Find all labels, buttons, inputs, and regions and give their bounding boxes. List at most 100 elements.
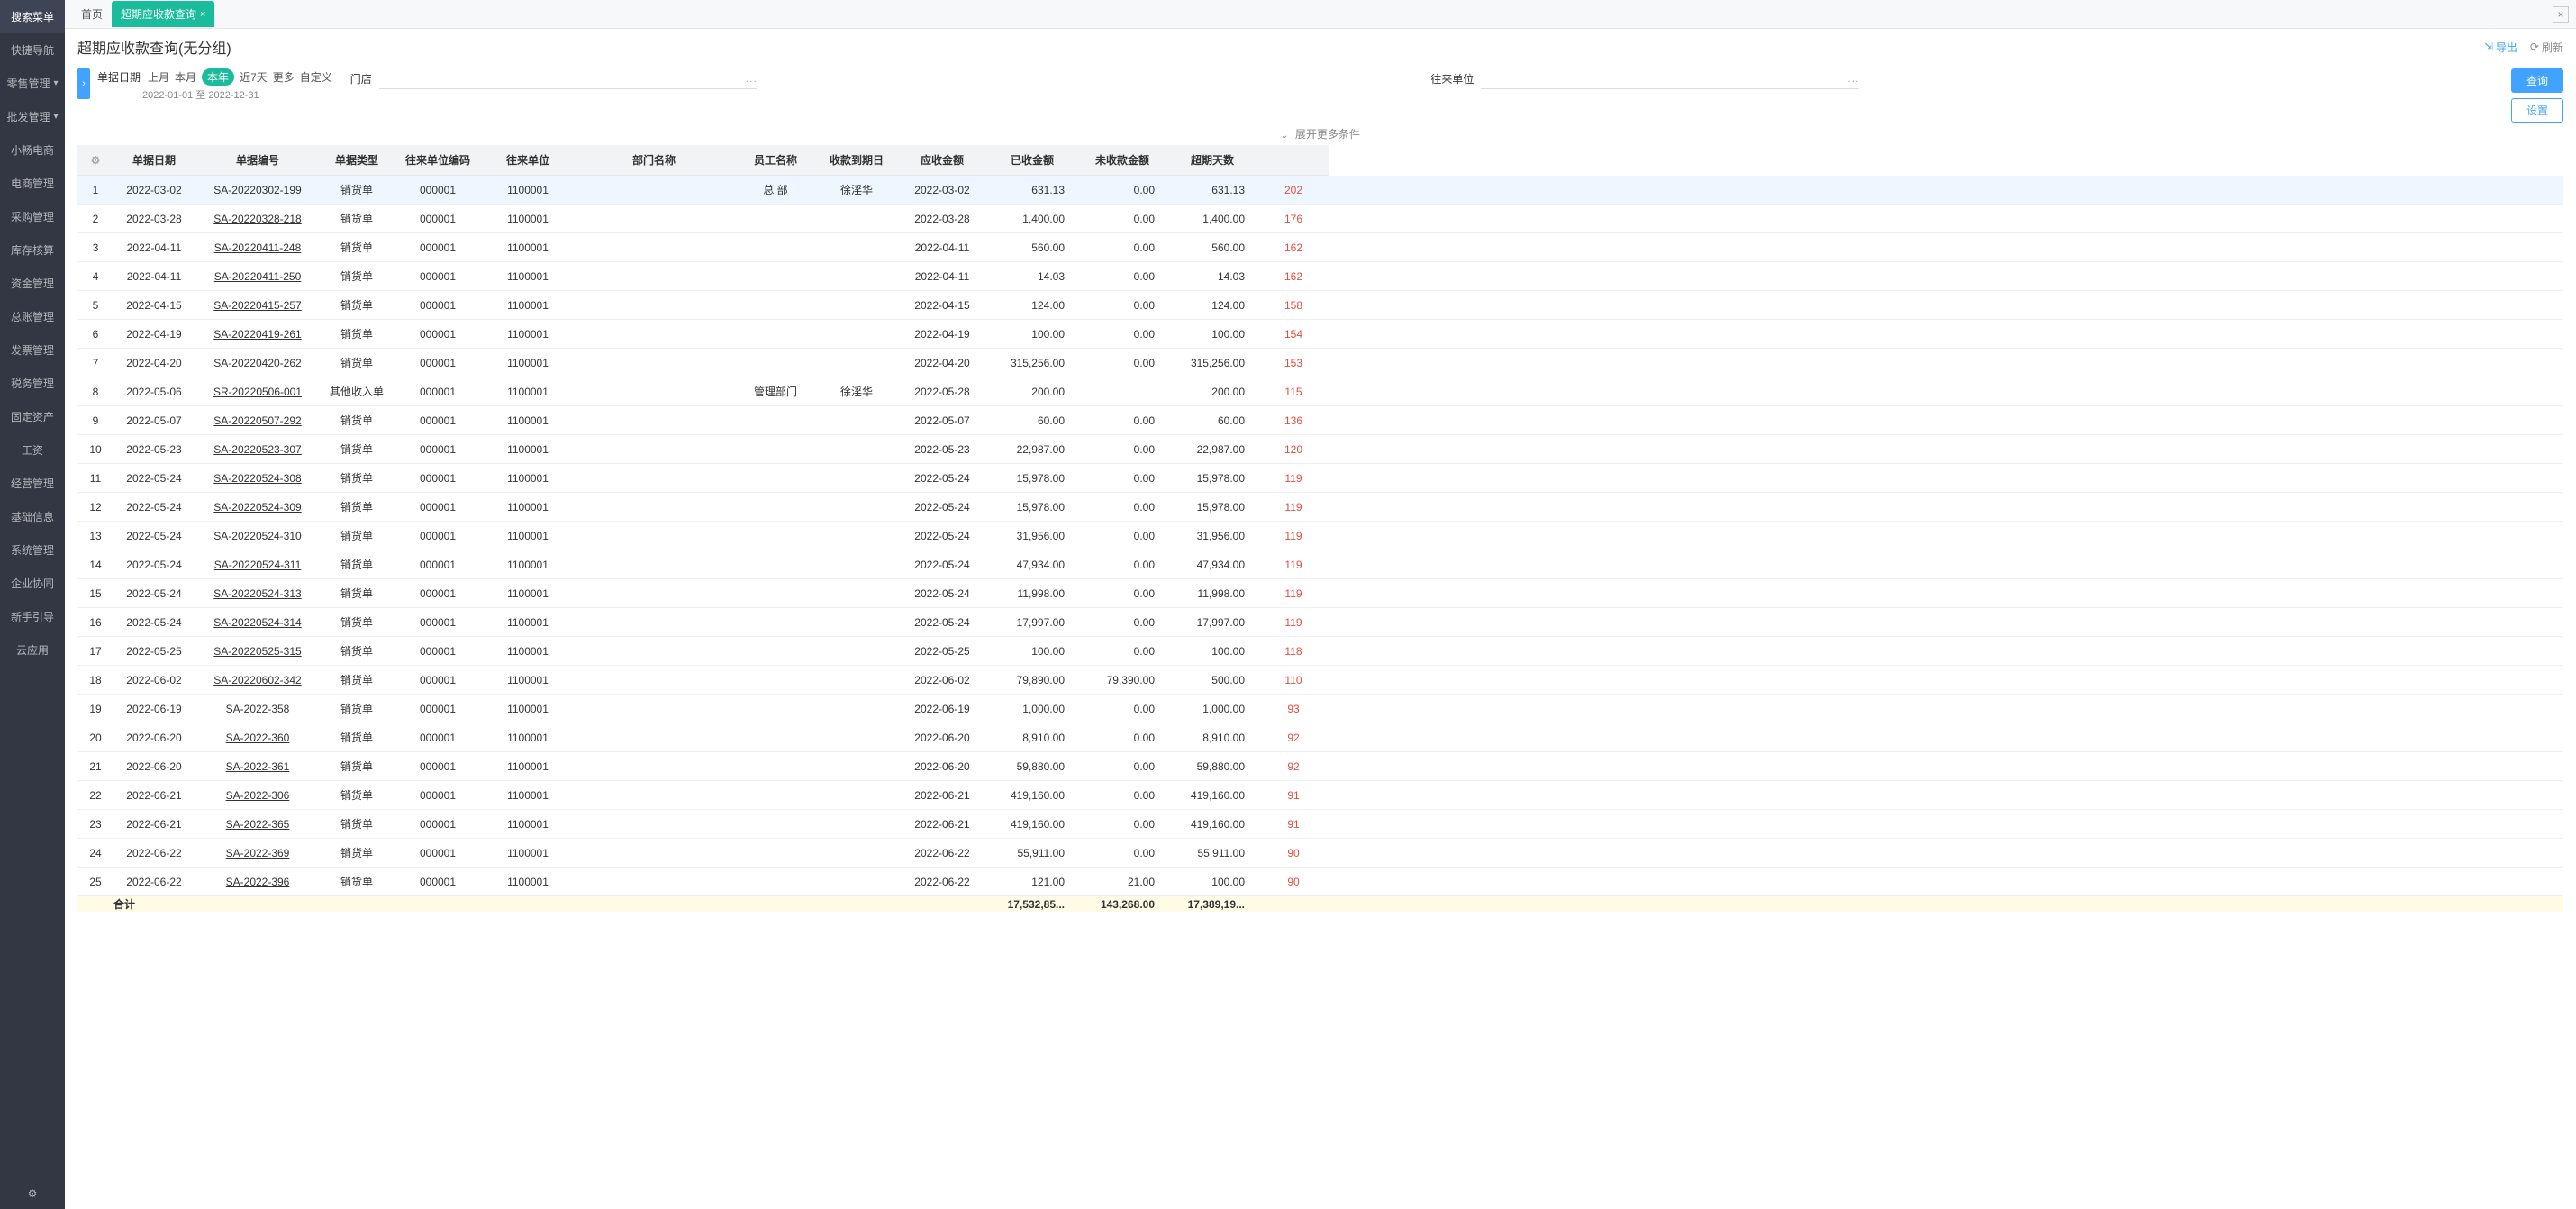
table-row[interactable]: 12022-03-02SA-20220302-199销货单00000111000… — [77, 176, 2563, 205]
column-header-5[interactable]: 部门名称 — [573, 145, 735, 176]
table-row[interactable]: 222022-06-21SA-2022-306销货单00000111000012… — [77, 781, 2563, 810]
column-header-10[interactable]: 未收款金额 — [1077, 145, 1167, 176]
column-header-8[interactable]: 应收金额 — [897, 145, 987, 176]
table-row[interactable]: 132022-05-24SA-20220524-310销货单0000011100… — [77, 522, 2563, 550]
sidebar-item-0[interactable]: 搜索菜单 — [0, 0, 65, 33]
sidebar-item-2[interactable]: 零售管理▾ — [0, 67, 65, 100]
store-input[interactable] — [379, 68, 746, 88]
cell-doc[interactable]: SA-20220524-308 — [195, 464, 321, 493]
sidebar-item-7[interactable]: 库存核算 — [0, 233, 65, 267]
cell-doc[interactable]: SA-20220524-310 — [195, 522, 321, 550]
close-all-tabs-button[interactable]: × — [2553, 6, 2569, 23]
cell-doc[interactable]: SA-20220524-309 — [195, 493, 321, 522]
column-header-7[interactable]: 收款到期日 — [816, 145, 897, 176]
table-row[interactable]: 142022-05-24SA-20220524-311销货单0000011100… — [77, 550, 2563, 579]
sidebar-item-17[interactable]: 企业协同 — [0, 567, 65, 600]
table-row[interactable]: 52022-04-15SA-20220415-257销货单00000111000… — [77, 291, 2563, 320]
column-header-11[interactable]: 超期天数 — [1167, 145, 1257, 176]
date-chip-3[interactable]: 近7天 — [240, 69, 268, 85]
table-row[interactable]: 232022-06-21SA-2022-365销货单00000111000012… — [77, 810, 2563, 839]
table-row[interactable]: 112022-05-24SA-20220524-308销货单0000011100… — [77, 464, 2563, 493]
cell-doc[interactable]: SA-20220525-315 — [195, 637, 321, 666]
sidebar-item-10[interactable]: 发票管理 — [0, 333, 65, 367]
table-row[interactable]: 242022-06-22SA-2022-369销货单00000111000012… — [77, 839, 2563, 868]
column-header-9[interactable]: 已收金额 — [987, 145, 1077, 176]
sidebar-item-4[interactable]: 小畅电商 — [0, 133, 65, 167]
cell-doc[interactable]: SA-20220328-218 — [195, 205, 321, 233]
sidebar-item-1[interactable]: 快捷导航 — [0, 33, 65, 67]
table-row[interactable]: 82022-05-06SR-20220506-001其他收入单000001110… — [77, 377, 2563, 406]
sidebar-item-14[interactable]: 经营管理 — [0, 467, 65, 500]
cell-doc[interactable]: SA-20220302-199 — [195, 176, 321, 205]
column-header-6[interactable]: 员工名称 — [735, 145, 816, 176]
date-chip-0[interactable]: 上月 — [148, 69, 169, 85]
table-row[interactable]: 212022-06-20SA-2022-361销货单00000111000012… — [77, 752, 2563, 781]
date-chip-1[interactable]: 本月 — [175, 69, 196, 85]
sidebar-item-19[interactable]: 云应用 — [0, 633, 65, 667]
sidebar-item-15[interactable]: 基础信息 — [0, 500, 65, 533]
cell-doc[interactable]: SA-2022-361 — [195, 752, 321, 781]
cell-doc[interactable]: SA-2022-360 — [195, 723, 321, 752]
sidebar-item-8[interactable]: 资金管理 — [0, 267, 65, 300]
cell-doc[interactable]: SA-20220420-262 — [195, 349, 321, 377]
export-button[interactable]: ⇲ 导出 — [2484, 40, 2517, 55]
sidebar-item-18[interactable]: 新手引导 — [0, 600, 65, 633]
cell-doc[interactable]: SA-20220419-261 — [195, 320, 321, 349]
table-row[interactable]: 252022-06-22SA-2022-396销货单00000111000012… — [77, 868, 2563, 896]
table-row[interactable]: 32022-04-11SA-20220411-248销货单00000111000… — [77, 233, 2563, 262]
cell-doc[interactable]: SA-20220602-342 — [195, 666, 321, 695]
cell-doc[interactable]: SA-2022-396 — [195, 868, 321, 896]
sidebar-item-3[interactable]: 批发管理▾ — [0, 100, 65, 133]
search-button[interactable]: 查询 — [2511, 68, 2563, 93]
table-row[interactable]: 62022-04-19SA-20220419-261销货单00000111000… — [77, 320, 2563, 349]
date-chip-5[interactable]: 自定义 — [300, 69, 332, 85]
column-header-1[interactable]: 单据编号 — [195, 145, 321, 176]
tab-home[interactable]: 首页 — [72, 1, 112, 27]
table-row[interactable]: 122022-05-24SA-20220524-309销货单0000011100… — [77, 493, 2563, 522]
column-header-0[interactable]: 单据日期 — [113, 145, 195, 176]
expand-filters-button[interactable]: ⌄ 展开更多条件 — [65, 123, 2576, 145]
column-header-4[interactable]: 往来单位 — [483, 145, 573, 176]
cell-doc[interactable]: SA-2022-369 — [195, 839, 321, 868]
sidebar-item-16[interactable]: 系统管理 — [0, 533, 65, 567]
data-table-container[interactable]: ⚙ 单据日期单据编号单据类型往来单位编码往来单位部门名称员工名称收款到期日应收金额… — [65, 145, 2576, 1209]
cell-doc[interactable]: SA-20220523-307 — [195, 435, 321, 464]
sidebar-item-11[interactable]: 税务管理 — [0, 367, 65, 400]
tab-overdue-query[interactable]: 超期应收款查询 × — [112, 1, 214, 27]
sidebar-item-12[interactable]: 固定资产 — [0, 400, 65, 433]
cell-doc[interactable]: SA-20220415-257 — [195, 291, 321, 320]
table-row[interactable]: 172022-05-25SA-20220525-315销货单0000011100… — [77, 637, 2563, 666]
table-row[interactable]: 102022-05-23SA-20220523-307销货单0000011100… — [77, 435, 2563, 464]
sidebar-item-13[interactable]: 工资 — [0, 433, 65, 467]
cell-doc[interactable]: SA-20220411-250 — [195, 262, 321, 291]
cell-doc[interactable]: SA-20220524-311 — [195, 550, 321, 579]
sidebar-item-9[interactable]: 总账管理 — [0, 300, 65, 333]
table-row[interactable]: 182022-06-02SA-20220602-342销货单0000011100… — [77, 666, 2563, 695]
partner-input[interactable] — [1481, 68, 1847, 88]
table-row[interactable]: 152022-05-24SA-20220524-313销货单0000011100… — [77, 579, 2563, 608]
cell-doc[interactable]: SA-20220524-313 — [195, 579, 321, 608]
settings-button[interactable]: 设置 — [2511, 98, 2563, 123]
cell-doc[interactable]: SR-20220506-001 — [195, 377, 321, 406]
sidebar-settings[interactable]: ⚙ — [0, 1178, 65, 1209]
table-row[interactable]: 162022-05-24SA-20220524-314销货单0000011100… — [77, 608, 2563, 637]
cell-doc[interactable]: SA-2022-365 — [195, 810, 321, 839]
collapse-filters-button[interactable]: › — [77, 68, 90, 99]
cell-doc[interactable]: SA-2022-306 — [195, 781, 321, 810]
date-chip-2[interactable]: 本年 — [202, 68, 234, 86]
sidebar-item-6[interactable]: 采购管理 — [0, 200, 65, 233]
table-row[interactable]: 92022-05-07SA-20220507-292销货单00000111000… — [77, 406, 2563, 435]
partner-more-button[interactable]: ... — [1847, 72, 1859, 85]
cell-doc[interactable]: SA-2022-358 — [195, 695, 321, 723]
table-row[interactable]: 72022-04-20SA-20220420-262销货单00000111000… — [77, 349, 2563, 377]
cell-doc[interactable]: SA-20220524-314 — [195, 608, 321, 637]
sidebar-item-5[interactable]: 电商管理 — [0, 167, 65, 200]
gear-icon[interactable]: ⚙ — [91, 154, 101, 167]
column-header-3[interactable]: 往来单位编码 — [393, 145, 483, 176]
table-row[interactable]: 192022-06-19SA-2022-358销货单00000111000012… — [77, 695, 2563, 723]
refresh-button[interactable]: ⟳ 刷新 — [2530, 40, 2563, 55]
close-icon[interactable]: × — [200, 9, 205, 20]
table-row[interactable]: 42022-04-11SA-20220411-250销货单00000111000… — [77, 262, 2563, 291]
table-row[interactable]: 22022-03-28SA-20220328-218销货单00000111000… — [77, 205, 2563, 233]
column-header-2[interactable]: 单据类型 — [321, 145, 393, 176]
